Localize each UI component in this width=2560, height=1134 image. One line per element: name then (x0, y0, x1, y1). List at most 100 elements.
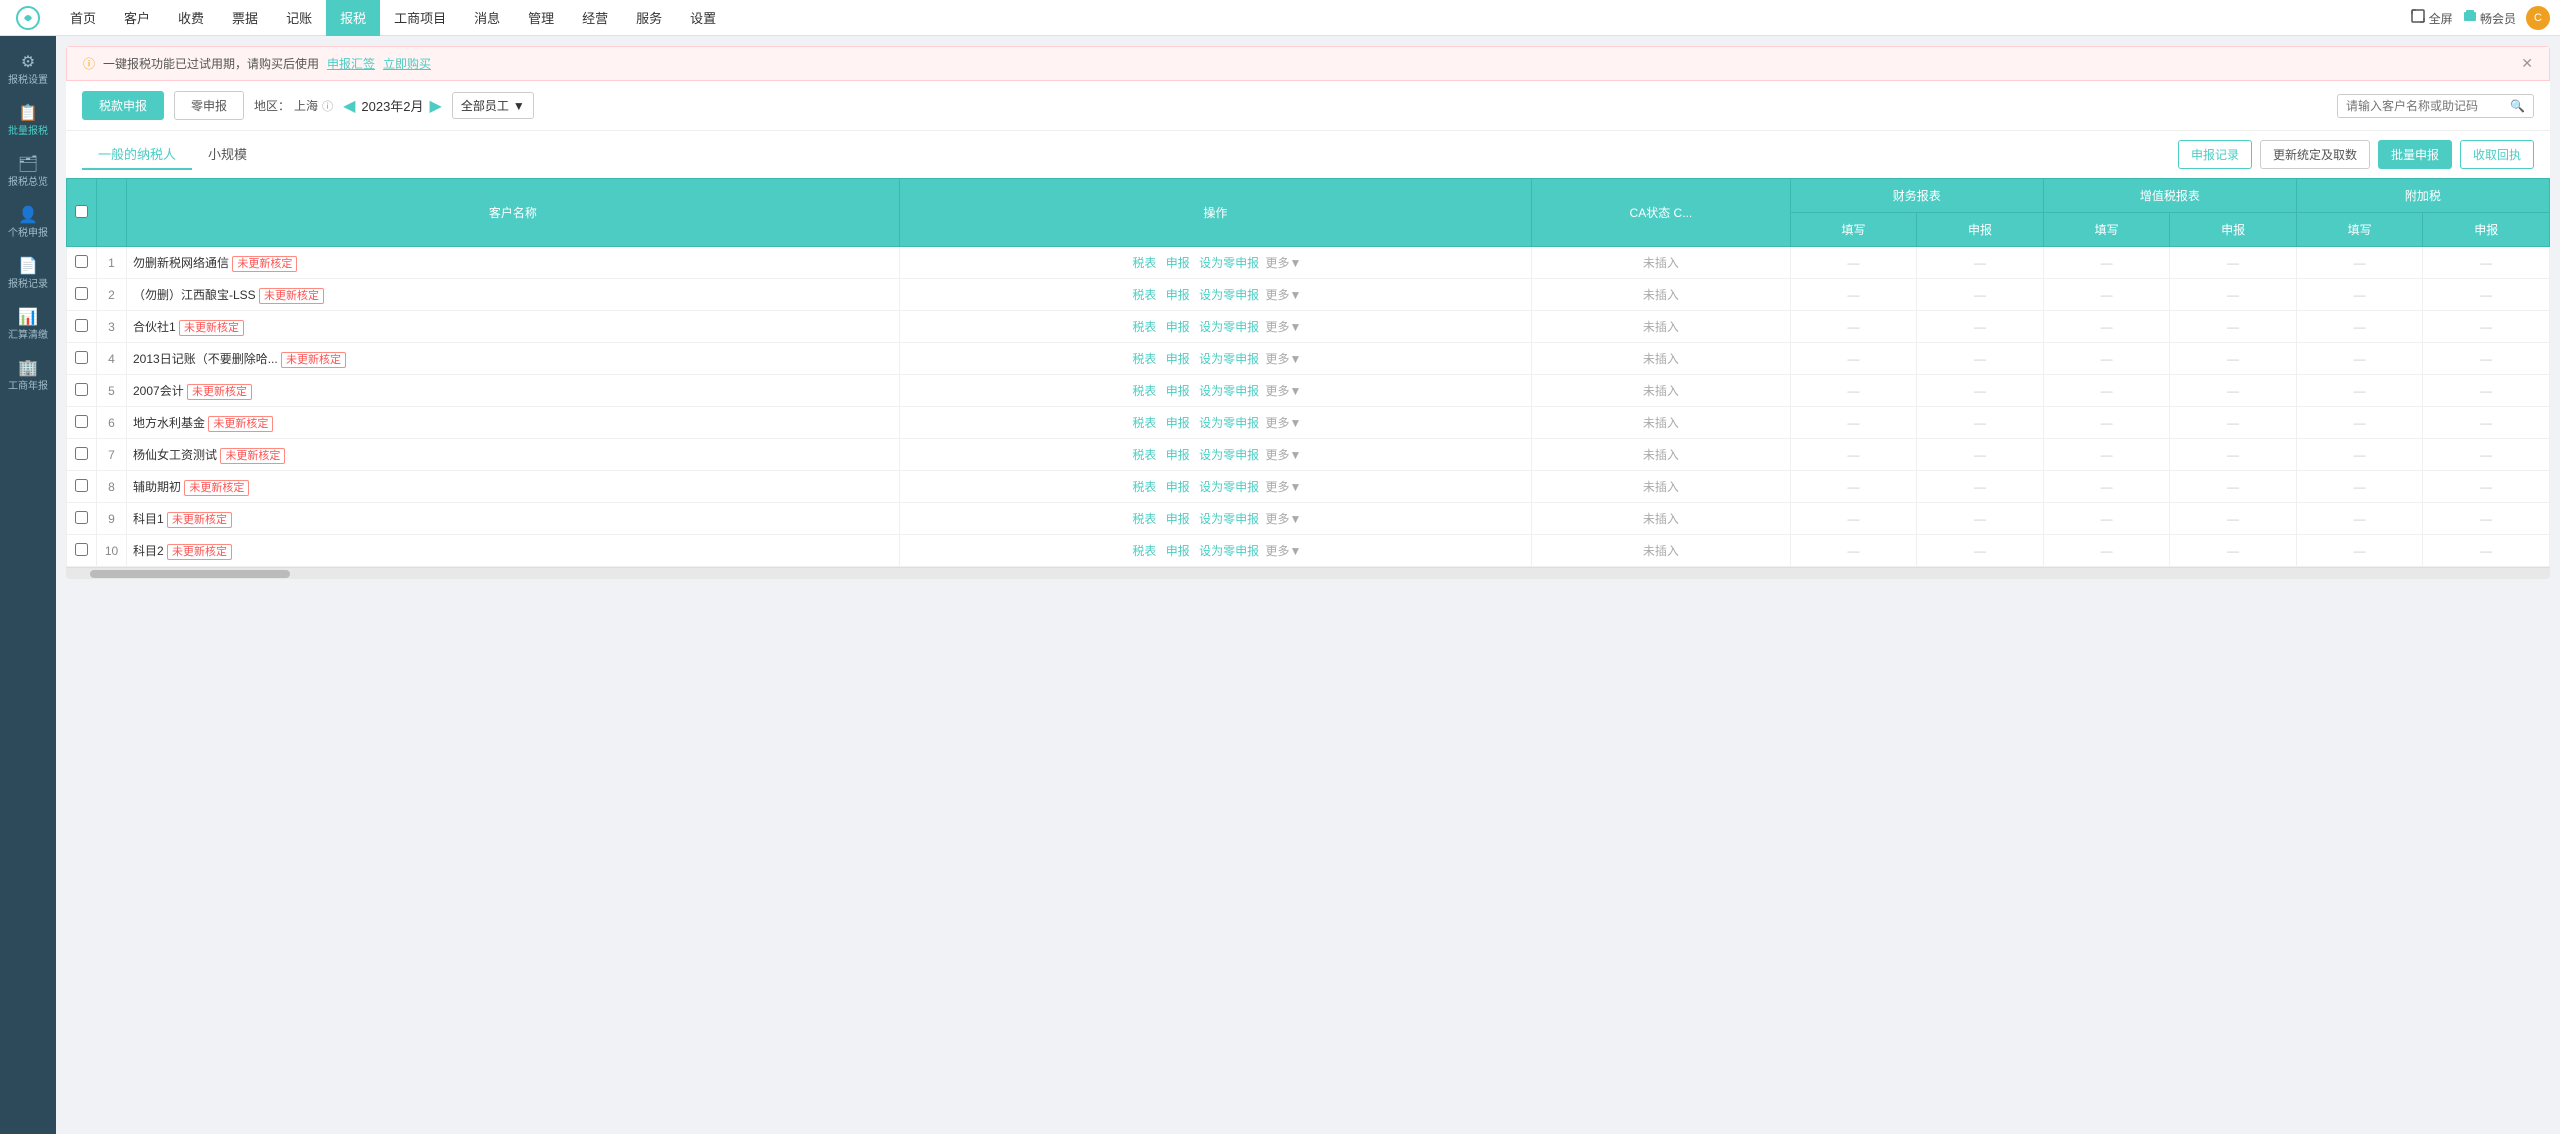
row-checkbox-9[interactable] (67, 535, 97, 567)
banner-link-buy[interactable]: 立即购买 (383, 55, 431, 72)
sidebar-item-batch-tax[interactable]: 📋 批量报税 (0, 95, 56, 146)
row-checkbox-1[interactable] (67, 279, 97, 311)
row-f5-6: — (2296, 439, 2423, 471)
tax-declaration-tab[interactable]: 税款申报 (82, 91, 164, 120)
op-tax-table-4[interactable]: 税表 (1132, 384, 1156, 398)
upgrade-btn[interactable]: 畅会员 (2463, 9, 2516, 27)
fullscreen-btn[interactable]: 全屏 (2411, 9, 2452, 27)
nav-settings[interactable]: 设置 (676, 0, 730, 36)
op-zero-3[interactable]: 设为零申报 (1199, 352, 1259, 366)
op-declare-7[interactable]: 申报 (1166, 480, 1190, 494)
sidebar-item-annual-settle[interactable]: 📊 汇算清缴 (0, 299, 56, 350)
bottom-scrollbar[interactable] (66, 567, 2550, 579)
nav-business[interactable]: 工商项目 (380, 0, 460, 36)
op-more-4[interactable]: 更多▼ (1265, 384, 1301, 398)
op-zero-9[interactable]: 设为零申报 (1199, 544, 1259, 558)
banner-link-declaration[interactable]: 申报汇签 (327, 55, 375, 72)
op-more-1[interactable]: 更多▼ (1265, 288, 1301, 302)
search-icon[interactable]: 🔍 (2510, 99, 2525, 113)
sidebar-item-business-annual[interactable]: 🏢 工商年报 (0, 350, 56, 401)
zero-declaration-tab[interactable]: 零申报 (174, 91, 244, 120)
next-month-btn[interactable]: ▶ (430, 96, 442, 116)
prev-month-btn[interactable]: ◀ (343, 96, 355, 116)
op-tax-table-5[interactable]: 税表 (1132, 416, 1156, 430)
op-tax-table-9[interactable]: 税表 (1132, 544, 1156, 558)
op-more-0[interactable]: 更多▼ (1265, 256, 1301, 270)
row-checkbox-0[interactable] (67, 247, 97, 279)
op-more-7[interactable]: 更多▼ (1265, 480, 1301, 494)
nav-operations[interactable]: 经营 (568, 0, 622, 36)
op-more-9[interactable]: 更多▼ (1265, 544, 1301, 558)
op-zero-6[interactable]: 设为零申报 (1199, 448, 1259, 462)
op-tax-table-1[interactable]: 税表 (1132, 288, 1156, 302)
op-declare-6[interactable]: 申报 (1166, 448, 1190, 462)
row-checkbox-6[interactable] (67, 439, 97, 471)
nav-client[interactable]: 客户 (110, 0, 164, 36)
row-checkbox-7[interactable] (67, 471, 97, 503)
op-tax-table-8[interactable]: 税表 (1132, 512, 1156, 526)
op-more-5[interactable]: 更多▼ (1265, 416, 1301, 430)
update-stats-btn[interactable]: 更新统定及取数 (2260, 140, 2370, 169)
op-more-6[interactable]: 更多▼ (1265, 448, 1301, 462)
op-zero-5[interactable]: 设为零申报 (1199, 416, 1259, 430)
op-tax-table-6[interactable]: 税表 (1132, 448, 1156, 462)
op-zero-1[interactable]: 设为零申报 (1199, 288, 1259, 302)
tab-general-taxpayer[interactable]: 一般的纳税人 (82, 139, 192, 170)
batch-declaration-btn[interactable]: 批量申报 (2378, 140, 2452, 169)
row-f2-7: — (1917, 471, 2044, 503)
op-declare-3[interactable]: 申报 (1166, 352, 1190, 366)
op-declare-1[interactable]: 申报 (1166, 288, 1190, 302)
th-additional-report: 申报 (2423, 213, 2550, 247)
row-ops-1: 税表 申报 设为零申报 更多▼ (899, 279, 1531, 311)
row-checkbox-5[interactable] (67, 407, 97, 439)
row-checkbox-2[interactable] (67, 311, 97, 343)
op-zero-4[interactable]: 设为零申报 (1199, 384, 1259, 398)
row-checkbox-4[interactable] (67, 375, 97, 407)
op-tax-table-0[interactable]: 税表 (1132, 256, 1156, 270)
row-checkbox-3[interactable] (67, 343, 97, 375)
op-more-2[interactable]: 更多▼ (1265, 320, 1301, 334)
declaration-record-btn[interactable]: 申报记录 (2178, 140, 2252, 169)
scroll-thumb[interactable] (90, 570, 290, 578)
op-declare-9[interactable]: 申报 (1166, 544, 1190, 558)
search-input[interactable] (2346, 99, 2506, 113)
sidebar-item-tax-overview[interactable]: 🗂 报税总览 (0, 146, 56, 197)
op-declare-0[interactable]: 申报 (1166, 256, 1190, 270)
retrieve-receipt-btn[interactable]: 收取回执 (2460, 140, 2534, 169)
th-client-name: 客户名称 (127, 179, 900, 247)
nav-management[interactable]: 管理 (514, 0, 568, 36)
op-tax-table-3[interactable]: 税表 (1132, 352, 1156, 366)
op-declare-4[interactable]: 申报 (1166, 384, 1190, 398)
nav-accounting[interactable]: 记账 (272, 0, 326, 36)
op-tax-table-2[interactable]: 税表 (1132, 320, 1156, 334)
nav-message[interactable]: 消息 (460, 0, 514, 36)
sidebar-item-personal-tax[interactable]: 👤 个税申报 (0, 197, 56, 248)
op-declare-8[interactable]: 申报 (1166, 512, 1190, 526)
op-zero-2[interactable]: 设为零申报 (1199, 320, 1259, 334)
row-f5-5: — (2296, 407, 2423, 439)
nav-invoice[interactable]: 票据 (218, 0, 272, 36)
banner-close-btn[interactable]: ✕ (2521, 55, 2533, 72)
nav-service[interactable]: 服务 (622, 0, 676, 36)
row-checkbox-8[interactable] (67, 503, 97, 535)
nav-home[interactable]: 首页 (56, 0, 110, 36)
tab-small-scale[interactable]: 小规模 (192, 139, 263, 170)
op-zero-8[interactable]: 设为零申报 (1199, 512, 1259, 526)
op-more-8[interactable]: 更多▼ (1265, 512, 1301, 526)
staff-filter[interactable]: 全部员工 ▼ (452, 92, 534, 119)
op-zero-0[interactable]: 设为零申报 (1199, 256, 1259, 270)
op-zero-7[interactable]: 设为零申报 (1199, 480, 1259, 494)
nav-tax[interactable]: 报税 (326, 0, 380, 36)
op-more-3[interactable]: 更多▼ (1265, 352, 1301, 366)
sidebar-item-tax-settings[interactable]: ⚙ 报税设置 (0, 44, 56, 95)
status-tag-0: 未更新核定 (232, 256, 297, 272)
nav-fee[interactable]: 收费 (164, 0, 218, 36)
select-all-checkbox[interactable] (75, 205, 88, 218)
op-declare-2[interactable]: 申报 (1166, 320, 1190, 334)
sidebar-item-tax-record[interactable]: 📄 报税记录 (0, 248, 56, 299)
op-tax-table-7[interactable]: 税表 (1132, 480, 1156, 494)
sidebar-label-tax-overview: 报税总览 (8, 177, 48, 189)
avatar[interactable]: C (2526, 6, 2550, 30)
op-declare-5[interactable]: 申报 (1166, 416, 1190, 430)
date-navigator: ◀ 2023年2月 ▶ (343, 96, 442, 116)
